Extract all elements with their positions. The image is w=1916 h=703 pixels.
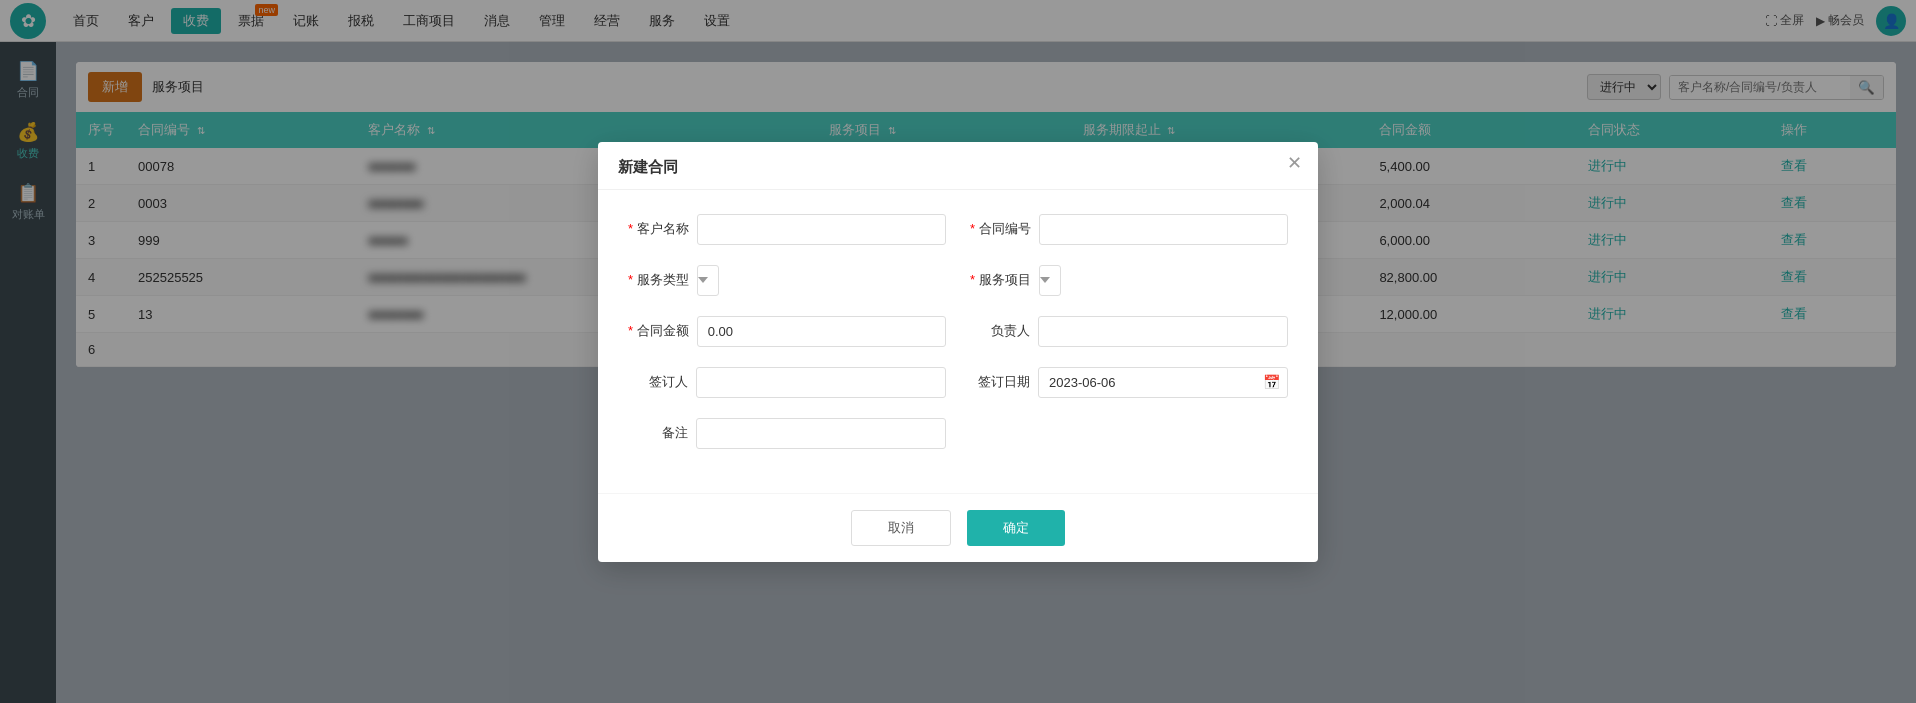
customer-name-label: 客户名称 bbox=[628, 220, 689, 238]
amount-label: 合同金额 bbox=[628, 322, 689, 340]
amount-input[interactable] bbox=[697, 316, 946, 347]
responsible-input[interactable] bbox=[1038, 316, 1288, 347]
confirm-button[interactable]: 确定 bbox=[967, 510, 1065, 546]
modal-body: 客户名称 合同编号 服务类型 bbox=[598, 190, 1318, 493]
modal-header: 新建合同 ✕ bbox=[598, 142, 1318, 190]
new-contract-modal: 新建合同 ✕ 客户名称 合同编号 服务类型 bbox=[598, 142, 1318, 562]
modal-close-button[interactable]: ✕ bbox=[1287, 154, 1302, 172]
form-row-4: 签订人 签订日期 📅 bbox=[628, 367, 1288, 398]
form-group-amount: 合同金额 bbox=[628, 316, 946, 347]
modal-footer: 取消 确定 bbox=[598, 493, 1318, 562]
form-row-1: 客户名称 合同编号 bbox=[628, 214, 1288, 245]
cancel-button[interactable]: 取消 bbox=[851, 510, 951, 546]
modal-overlay: 新建合同 ✕ 客户名称 合同编号 服务类型 bbox=[0, 0, 1916, 703]
service-type-select[interactable] bbox=[697, 265, 719, 296]
form-group-notes: 备注 bbox=[628, 418, 946, 449]
service-item-label: 服务项目 bbox=[970, 271, 1031, 289]
sign-date-label: 签订日期 bbox=[970, 373, 1030, 391]
form-row-3: 合同金额 负责人 bbox=[628, 316, 1288, 347]
form-group-contract-no: 合同编号 bbox=[970, 214, 1288, 245]
service-type-label: 服务类型 bbox=[628, 271, 689, 289]
sign-date-input[interactable] bbox=[1038, 367, 1288, 398]
form-group-customer: 客户名称 bbox=[628, 214, 946, 245]
form-group-service-item: 服务项目 bbox=[970, 265, 1288, 296]
form-row-5: 备注 bbox=[628, 418, 1288, 449]
form-group-responsible: 负责人 bbox=[970, 316, 1288, 347]
contract-no-input[interactable] bbox=[1039, 214, 1288, 245]
service-item-wrapper bbox=[1039, 265, 1288, 296]
contract-no-label: 合同编号 bbox=[970, 220, 1031, 238]
form-row-2: 服务类型 服务项目 bbox=[628, 265, 1288, 296]
responsible-label: 负责人 bbox=[970, 322, 1030, 340]
signer-input[interactable] bbox=[696, 367, 946, 398]
customer-name-input[interactable] bbox=[697, 214, 946, 245]
signer-label: 签订人 bbox=[628, 373, 688, 391]
form-group-service-type: 服务类型 bbox=[628, 265, 946, 296]
sign-date-wrapper: 📅 bbox=[1038, 367, 1288, 398]
service-item-select[interactable] bbox=[1039, 265, 1061, 296]
service-type-wrapper bbox=[697, 265, 946, 296]
form-group-signer: 签订人 bbox=[628, 367, 946, 398]
notes-label: 备注 bbox=[628, 424, 688, 442]
form-group-sign-date: 签订日期 📅 bbox=[970, 367, 1288, 398]
notes-input[interactable] bbox=[696, 418, 946, 449]
modal-title: 新建合同 bbox=[618, 158, 678, 175]
